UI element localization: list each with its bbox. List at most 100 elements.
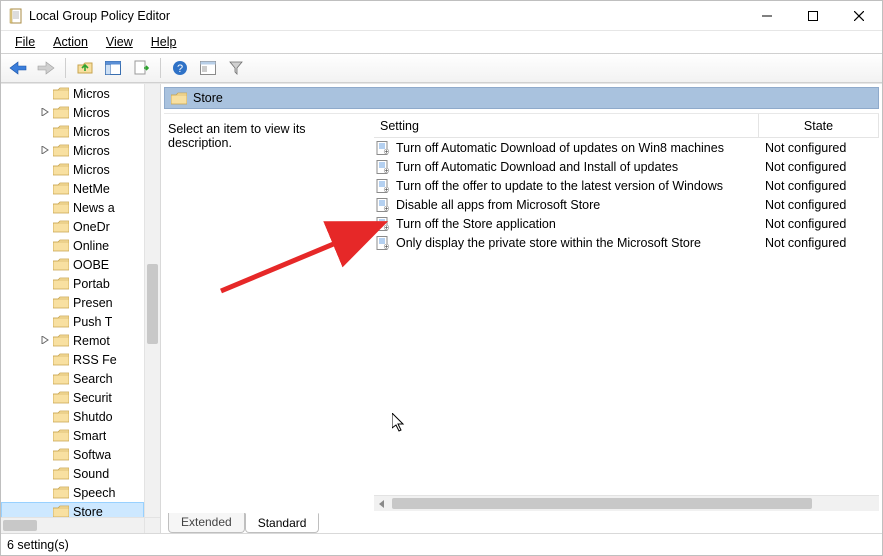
setting-cell: Turn off Automatic Download of updates o… bbox=[374, 141, 759, 155]
tree-item-label: Push T bbox=[73, 315, 112, 329]
folder-icon bbox=[53, 296, 69, 309]
window-controls bbox=[744, 1, 882, 30]
setting-name: Turn off the offer to update to the late… bbox=[396, 179, 723, 193]
settings-row[interactable]: Turn off the offer to update to the late… bbox=[374, 176, 879, 195]
tree-item[interactable]: News a bbox=[1, 198, 144, 217]
forward-button[interactable] bbox=[35, 57, 57, 79]
description-prompt: Select an item to view its description. bbox=[168, 122, 306, 150]
tree-vertical-scroll-thumb[interactable] bbox=[147, 264, 158, 344]
tree-item[interactable]: Micros bbox=[1, 122, 144, 141]
scroll-left-arrow[interactable] bbox=[374, 496, 390, 511]
column-header-state[interactable]: State bbox=[759, 114, 879, 137]
tab-standard[interactable]: Standard bbox=[245, 513, 320, 533]
tree-list[interactable]: MicrosMicrosMicrosMicrosMicrosNetMeNews … bbox=[1, 84, 144, 517]
folder-icon bbox=[53, 220, 69, 233]
folder-icon bbox=[53, 448, 69, 461]
setting-cell: Turn off Automatic Download and Install … bbox=[374, 160, 759, 174]
column-header-setting-label: Setting bbox=[380, 119, 419, 133]
tree-item[interactable]: Shutdo bbox=[1, 407, 144, 426]
back-button[interactable] bbox=[7, 57, 29, 79]
right-pane: Store Select an item to view its descrip… bbox=[161, 84, 882, 533]
tree-item[interactable]: Micros bbox=[1, 84, 144, 103]
column-header-setting[interactable]: Setting bbox=[374, 114, 759, 137]
tree-item[interactable]: Smart bbox=[1, 426, 144, 445]
folder-icon bbox=[53, 182, 69, 195]
toolbar-separator bbox=[160, 58, 161, 78]
tree-item-label: Presen bbox=[73, 296, 113, 310]
column-header-state-label: State bbox=[804, 119, 833, 133]
folder-icon bbox=[53, 334, 69, 347]
help-button[interactable]: ? bbox=[169, 57, 191, 79]
state-cell: Not configured bbox=[759, 198, 879, 212]
tree-item[interactable]: Portab bbox=[1, 274, 144, 293]
maximize-button[interactable] bbox=[790, 1, 836, 30]
tree-vertical-scrollbar[interactable] bbox=[144, 84, 160, 517]
tree-item[interactable]: Softwa bbox=[1, 445, 144, 464]
state-cell: Not configured bbox=[759, 236, 879, 250]
tree-item[interactable]: Securit bbox=[1, 388, 144, 407]
tree-item[interactable]: Micros bbox=[1, 160, 144, 179]
tree-item-label: Portab bbox=[73, 277, 110, 291]
policy-icon bbox=[376, 236, 390, 250]
tree-horizontal-scroll-thumb[interactable] bbox=[3, 520, 37, 531]
list-horizontal-scrollbar[interactable] bbox=[374, 495, 879, 511]
tree-item[interactable]: Micros bbox=[1, 103, 144, 122]
tree-item[interactable]: Remot bbox=[1, 331, 144, 350]
setting-state: Not configured bbox=[765, 236, 846, 250]
tree-item[interactable]: Push T bbox=[1, 312, 144, 331]
menu-file-label: File bbox=[15, 35, 35, 49]
tree-item[interactable]: Speech bbox=[1, 483, 144, 502]
chevron-right-icon[interactable] bbox=[39, 106, 51, 118]
policy-icon bbox=[376, 179, 390, 193]
tree-item-label: Shutdo bbox=[73, 410, 113, 424]
chevron-right-icon[interactable] bbox=[39, 334, 51, 346]
menu-help[interactable]: Help bbox=[143, 34, 185, 50]
tree-item[interactable]: Store bbox=[1, 502, 144, 517]
settings-row[interactable]: Only display the private store within th… bbox=[374, 233, 879, 252]
export-list-button[interactable] bbox=[130, 57, 152, 79]
tree-item[interactable]: Presen bbox=[1, 293, 144, 312]
settings-row[interactable]: Turn off Automatic Download and Install … bbox=[374, 157, 879, 176]
setting-cell: Only display the private store within th… bbox=[374, 236, 759, 250]
close-button[interactable] bbox=[836, 1, 882, 30]
tree-item-label: NetMe bbox=[73, 182, 110, 196]
app-icon bbox=[9, 8, 25, 24]
properties-button[interactable] bbox=[197, 57, 219, 79]
statusbar: 6 setting(s) bbox=[1, 533, 882, 555]
tab-extended[interactable]: Extended bbox=[168, 513, 245, 533]
menu-view[interactable]: View bbox=[98, 34, 141, 50]
tab-strip: Extended Standard bbox=[164, 511, 879, 533]
tree-item[interactable]: Micros bbox=[1, 141, 144, 160]
tree-item[interactable]: Search bbox=[1, 369, 144, 388]
tree-item-label: Micros bbox=[73, 125, 110, 139]
show-hide-tree-button[interactable] bbox=[102, 57, 124, 79]
settings-row[interactable]: Disable all apps from Microsoft StoreNot… bbox=[374, 195, 879, 214]
folder-icon bbox=[53, 239, 69, 252]
tree-item-label: RSS Fe bbox=[73, 353, 117, 367]
state-cell: Not configured bbox=[759, 160, 879, 174]
setting-state: Not configured bbox=[765, 141, 846, 155]
tree-item[interactable]: Sound bbox=[1, 464, 144, 483]
menu-action[interactable]: Action bbox=[45, 34, 96, 50]
tree-item[interactable]: NetMe bbox=[1, 179, 144, 198]
description-column: Select an item to view its description. bbox=[164, 114, 374, 511]
chevron-right-icon[interactable] bbox=[39, 144, 51, 156]
tree-item[interactable]: Online bbox=[1, 236, 144, 255]
menu-file[interactable]: File bbox=[7, 34, 43, 50]
folder-icon bbox=[53, 163, 69, 176]
list-horizontal-scroll-thumb[interactable] bbox=[392, 498, 812, 509]
up-folder-button[interactable] bbox=[74, 57, 96, 79]
tree-item[interactable]: OOBE bbox=[1, 255, 144, 274]
settings-list[interactable]: Turn off Automatic Download of updates o… bbox=[374, 138, 879, 495]
settings-row[interactable]: Turn off Automatic Download of updates o… bbox=[374, 138, 879, 157]
folder-icon bbox=[53, 201, 69, 214]
tree-item[interactable]: RSS Fe bbox=[1, 350, 144, 369]
minimize-button[interactable] bbox=[744, 1, 790, 30]
folder-icon bbox=[53, 486, 69, 499]
tree-horizontal-scrollbar[interactable] bbox=[1, 517, 144, 533]
settings-row[interactable]: Turn off the Store applicationNot config… bbox=[374, 214, 879, 233]
policy-icon bbox=[376, 141, 390, 155]
tree-item[interactable]: OneDr bbox=[1, 217, 144, 236]
filter-button[interactable] bbox=[225, 57, 247, 79]
tree-item-label: Micros bbox=[73, 144, 110, 158]
